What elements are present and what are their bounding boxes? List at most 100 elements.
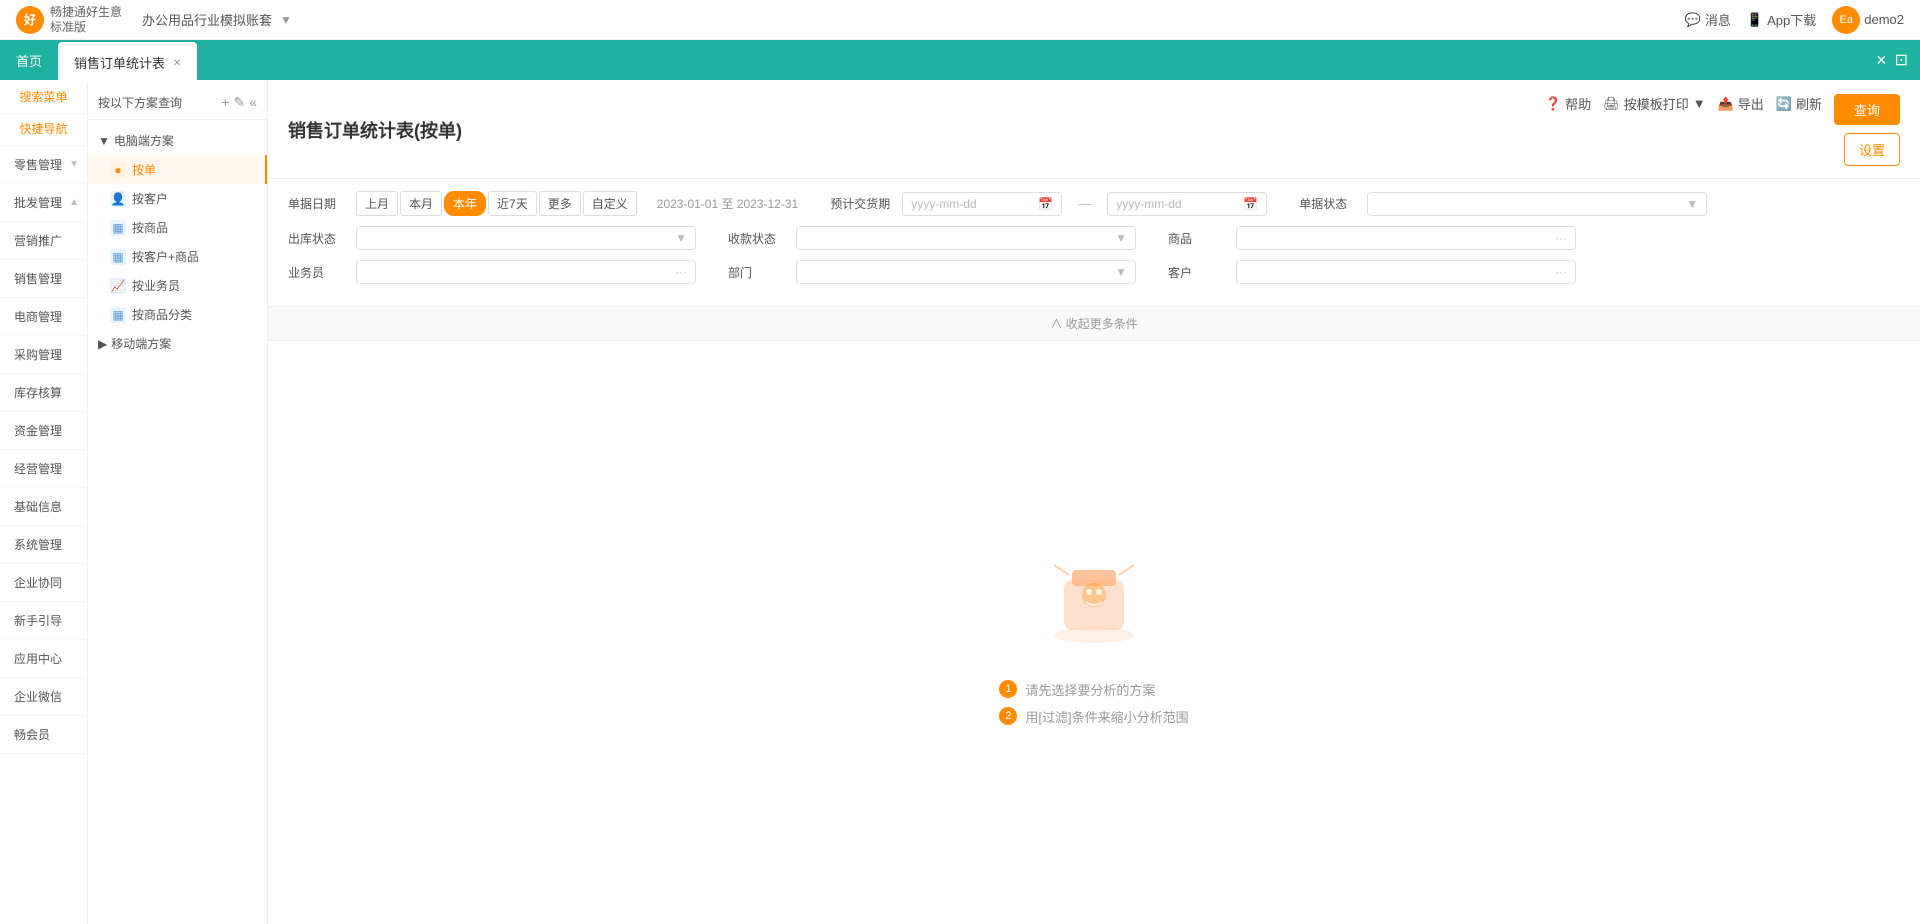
logo-text: 畅捷通好生意 标准版	[50, 5, 122, 34]
refresh-button[interactable]: 🔄 刷新	[1776, 94, 1822, 113]
date-btn-this-year[interactable]: 本年	[444, 191, 486, 216]
sidebar-item-member[interactable]: 畅会员	[0, 716, 87, 754]
more-icon-salesman: ···	[675, 265, 687, 279]
scheme-group-pc: ▼ 电脑端方案	[88, 126, 267, 155]
refresh-icon: 🔄	[1776, 96, 1792, 112]
sidebar-item-inventory[interactable]: 库存核算	[0, 374, 87, 412]
export-button[interactable]: 📤 导出	[1718, 94, 1764, 113]
scheme-panel-header: 按以下方案查询 + ✎ «	[88, 90, 267, 120]
department-filter-label: 部门	[728, 264, 784, 281]
sidebar-item-retail[interactable]: 零售管理 ▼	[0, 146, 87, 184]
customer-filter-label: 客户	[1168, 264, 1224, 281]
filter-date-buttons: 上月 本月 本年 近7天 更多 自定义	[356, 191, 637, 216]
filter-row-2: 出库状态 ▼ 收款状态 ▼ 商品 ···	[288, 226, 1900, 250]
goods-select[interactable]: ···	[1236, 226, 1576, 250]
empty-illustration	[1034, 540, 1154, 660]
topbar-arrow-icon[interactable]: ▼	[280, 13, 292, 27]
chevron-down-icon-dept: ▼	[1115, 265, 1127, 279]
chevron-up-icon: ▲	[69, 197, 79, 208]
print-arrow-icon: ▼	[1693, 96, 1706, 111]
tab-sales-order[interactable]: 销售订单统计表 ×	[58, 42, 197, 82]
scheme-section-pc: ▼ 电脑端方案 ● 按单 👤 按客户 ▦ 按商品 ▦	[88, 126, 267, 329]
print-button[interactable]: 🖨 按模板打印 ▼	[1603, 94, 1705, 113]
sidebar-item-basic-info[interactable]: 基础信息	[0, 488, 87, 526]
page-actions: ❓ 帮助 🖨 按模板打印 ▼ 📤 导出	[1545, 94, 1822, 113]
sidebar-item-sales[interactable]: 销售管理	[0, 260, 87, 298]
chevron-down-icon: ▼	[69, 159, 79, 170]
right-content: 销售订单统计表(按单) ❓ 帮助 🖨 按模板打印 ▼	[268, 80, 1920, 924]
user-profile[interactable]: Ea demo2	[1832, 6, 1904, 34]
date-btn-7days[interactable]: 近7天	[488, 191, 537, 216]
page-title: 销售订单统计表(按单)	[288, 117, 462, 143]
collapse-icon: ∧	[1050, 317, 1065, 331]
sidebar-item-marketing[interactable]: 营销推广	[0, 222, 87, 260]
scheme-group-mobile: ▶ 移动端方案	[88, 329, 267, 358]
scheme-panel-title: 按以下方案查询	[98, 94, 182, 111]
sidebar-item-wholesale[interactable]: 批发管理 ▲	[0, 184, 87, 222]
sidebar-item-app-center[interactable]: 应用中心	[0, 640, 87, 678]
scheme-item-by-goods[interactable]: ▦ 按商品	[88, 213, 267, 242]
scheme-panel-actions: + ✎ «	[221, 94, 257, 111]
salesman-icon: 📈	[110, 278, 126, 294]
salesman-select[interactable]: ···	[356, 260, 696, 284]
sidebar-nav[interactable]: 快捷导航	[0, 114, 87, 146]
scheme-item-by-order[interactable]: ● 按单	[88, 155, 267, 184]
more-icon-goods: ···	[1555, 231, 1567, 245]
restore-window-icon[interactable]: ⊡	[1895, 50, 1908, 70]
help-icon: ❓	[1545, 96, 1561, 112]
message-button[interactable]: 💬 消息	[1685, 10, 1731, 29]
top-bar-right: 💬 消息 📱 App下载 Ea demo2	[1685, 6, 1904, 34]
sidebar-item-system[interactable]: 系统管理	[0, 526, 87, 564]
tab-home[interactable]: 首页	[0, 40, 58, 80]
department-select[interactable]: ▼	[796, 260, 1136, 284]
sidebar-item-purchase[interactable]: 采购管理	[0, 336, 87, 374]
payment-status-select[interactable]: ▼	[796, 226, 1136, 250]
sidebar-item-operations[interactable]: 经营管理	[0, 450, 87, 488]
page-header: 销售订单统计表(按单) ❓ 帮助 🖨 按模板打印 ▼	[268, 80, 1920, 179]
scheme-item-by-customer[interactable]: 👤 按客户	[88, 184, 267, 213]
app-download-button[interactable]: 📱 App下载	[1747, 10, 1816, 29]
date-filter-label: 单据日期	[288, 195, 344, 212]
date-btn-more[interactable]: 更多	[539, 191, 581, 216]
status-select[interactable]: ▼	[1367, 192, 1707, 216]
scheme-item-by-salesman[interactable]: 📈 按业务员	[88, 271, 267, 300]
add-scheme-button[interactable]: +	[221, 94, 229, 111]
sidebar-item-wechat[interactable]: 企业微信	[0, 678, 87, 716]
date-btn-this-month[interactable]: 本月	[400, 191, 442, 216]
scheme-item-by-customer-goods[interactable]: ▦ 按客户+商品	[88, 242, 267, 271]
sidebar-item-newbie[interactable]: 新手引导	[0, 602, 87, 640]
message-icon: 💬	[1685, 12, 1701, 28]
delivery-status-select[interactable]: ▼	[356, 226, 696, 250]
collapse-scheme-button[interactable]: «	[249, 94, 257, 111]
query-button[interactable]: 查询	[1834, 94, 1900, 125]
filter-row-3: 业务员 ··· 部门 ▼ 客户 ···	[288, 260, 1900, 284]
sidebar-search[interactable]: 搜索菜单	[0, 80, 87, 114]
payment-status-label: 收款状态	[728, 230, 784, 247]
sidebar-item-enterprise[interactable]: 企业协同	[0, 564, 87, 602]
date-range-text: 2023-01-01 至 2023-12-31	[657, 195, 798, 212]
expected-date-start[interactable]: yyyy-mm-dd 📅	[902, 192, 1062, 216]
expected-date-end[interactable]: yyyy-mm-dd 📅	[1107, 192, 1267, 216]
customer-select[interactable]: ···	[1236, 260, 1576, 284]
scheme-group-mobile-title[interactable]: ▶ 移动端方案	[98, 335, 257, 352]
date-btn-custom[interactable]: 自定义	[583, 191, 637, 216]
scheme-group-pc-title[interactable]: ▼ 电脑端方案	[98, 132, 257, 149]
collapse-bar[interactable]: ∧ 收起更多条件	[268, 307, 1920, 341]
date-btn-last-month[interactable]: 上月	[356, 191, 398, 216]
sidebar-item-ecommerce[interactable]: 电商管理	[0, 298, 87, 336]
edit-scheme-button[interactable]: ✎	[233, 94, 245, 111]
sidebar: 搜索菜单 快捷导航 零售管理 ▼ 批发管理 ▲ 营销推广 销售管理 电商管理 采…	[0, 80, 88, 924]
content-area: 按以下方案查询 + ✎ « ▼ 电脑端方案 ● 按单	[88, 80, 1920, 924]
chevron-right-icon: ▶	[98, 337, 107, 351]
date-dash: —	[1078, 196, 1091, 211]
close-window-icon[interactable]: ×	[1876, 50, 1887, 71]
delivery-status-label: 出库状态	[288, 230, 344, 247]
help-button[interactable]: ❓ 帮助	[1545, 94, 1591, 113]
settings-button[interactable]: 设置	[1844, 133, 1900, 166]
sidebar-item-finance[interactable]: 资金管理	[0, 412, 87, 450]
tab-close-icon[interactable]: ×	[173, 54, 181, 70]
tab-bar: 首页 销售订单统计表 × × ⊡	[0, 40, 1920, 80]
export-icon: 📤	[1718, 96, 1734, 112]
scheme-item-by-category[interactable]: ▦ 按商品分类	[88, 300, 267, 329]
empty-tips: 1 请先选择要分析的方案 2 用[过滤]条件来缩小分析范围	[999, 680, 1188, 726]
